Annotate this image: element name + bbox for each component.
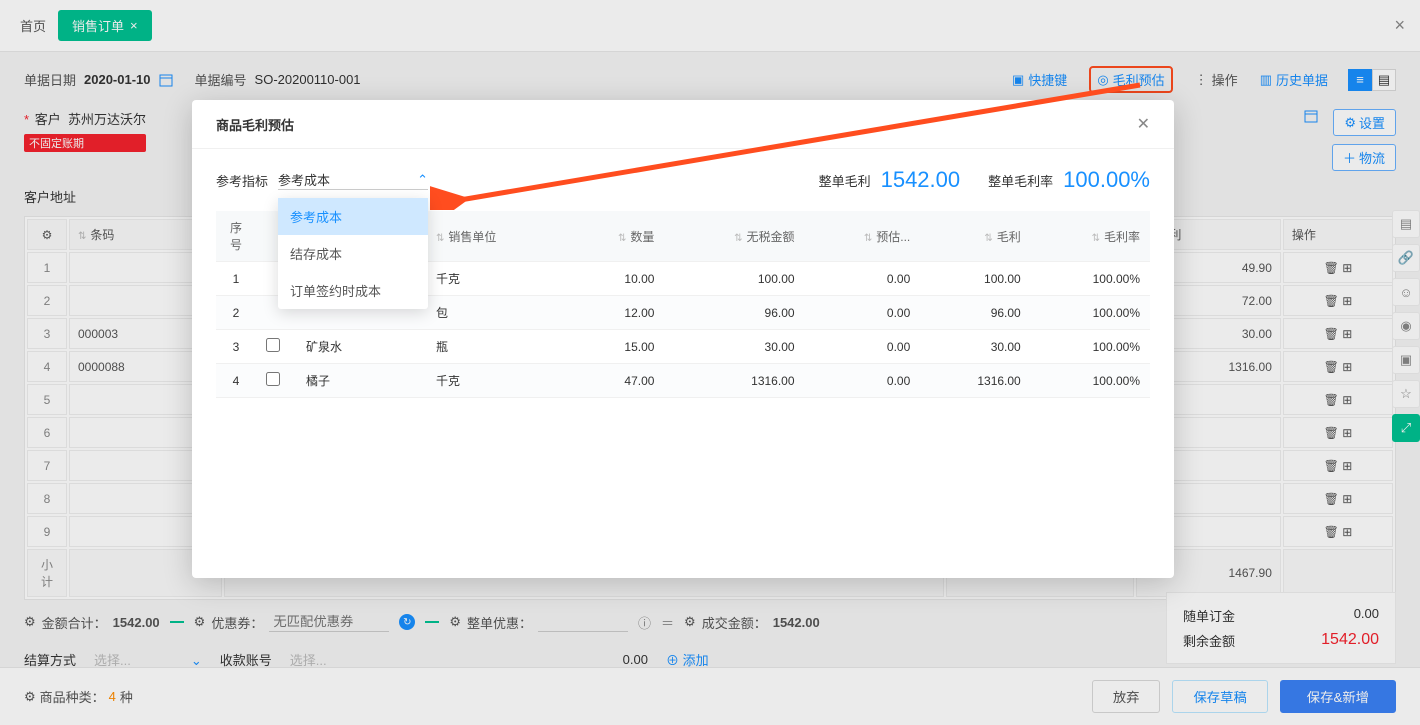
ref-value: 参考成本 bbox=[278, 170, 330, 189]
chevron-up-icon: ⌃ bbox=[417, 172, 428, 188]
total-maoli-value: 1542.00 bbox=[881, 167, 961, 193]
maoli-modal: 商品毛利预估 ✕ 参考指标 参考成本 ⌃ 参考成本 结存成本 订单签约时成本 整… bbox=[192, 100, 1174, 578]
mcol-qty[interactable]: 数量 bbox=[566, 211, 664, 262]
dropdown-option[interactable]: 参考成本 bbox=[278, 198, 428, 235]
ref-dropdown: 参考成本 结存成本 订单签约时成本 bbox=[278, 198, 428, 309]
row-checkbox[interactable] bbox=[266, 372, 280, 386]
modal-title: 商品毛利预估 bbox=[216, 115, 294, 134]
rate-label: 整单毛利率 bbox=[988, 171, 1053, 190]
mcol-maoli[interactable]: 毛利 bbox=[920, 211, 1030, 262]
rate-value: 100.00% bbox=[1063, 167, 1150, 193]
maoli-row: 3矿泉水瓶15.0030.000.0030.00100.00% bbox=[216, 330, 1150, 364]
mcol-amount[interactable]: 无税金额 bbox=[664, 211, 804, 262]
dropdown-option[interactable]: 结存成本 bbox=[278, 235, 428, 272]
modal-close-icon[interactable]: ✕ bbox=[1137, 114, 1150, 134]
total-maoli-label: 整单毛利 bbox=[819, 171, 871, 190]
ref-select[interactable]: 参考成本 ⌃ 参考成本 结存成本 订单签约时成本 bbox=[278, 170, 428, 190]
maoli-row: 4橘子千克47.001316.000.001316.00100.00% bbox=[216, 364, 1150, 398]
mcol-rate[interactable]: 毛利率 bbox=[1031, 211, 1150, 262]
ref-label: 参考指标 bbox=[216, 171, 268, 190]
dropdown-option[interactable]: 订单签约时成本 bbox=[278, 272, 428, 309]
mcol-seq[interactable]: 序号 bbox=[216, 211, 256, 262]
row-checkbox[interactable] bbox=[266, 338, 280, 352]
mcol-unit[interactable]: 销售单位 bbox=[426, 211, 566, 262]
mcol-est[interactable]: 预估... bbox=[805, 211, 921, 262]
